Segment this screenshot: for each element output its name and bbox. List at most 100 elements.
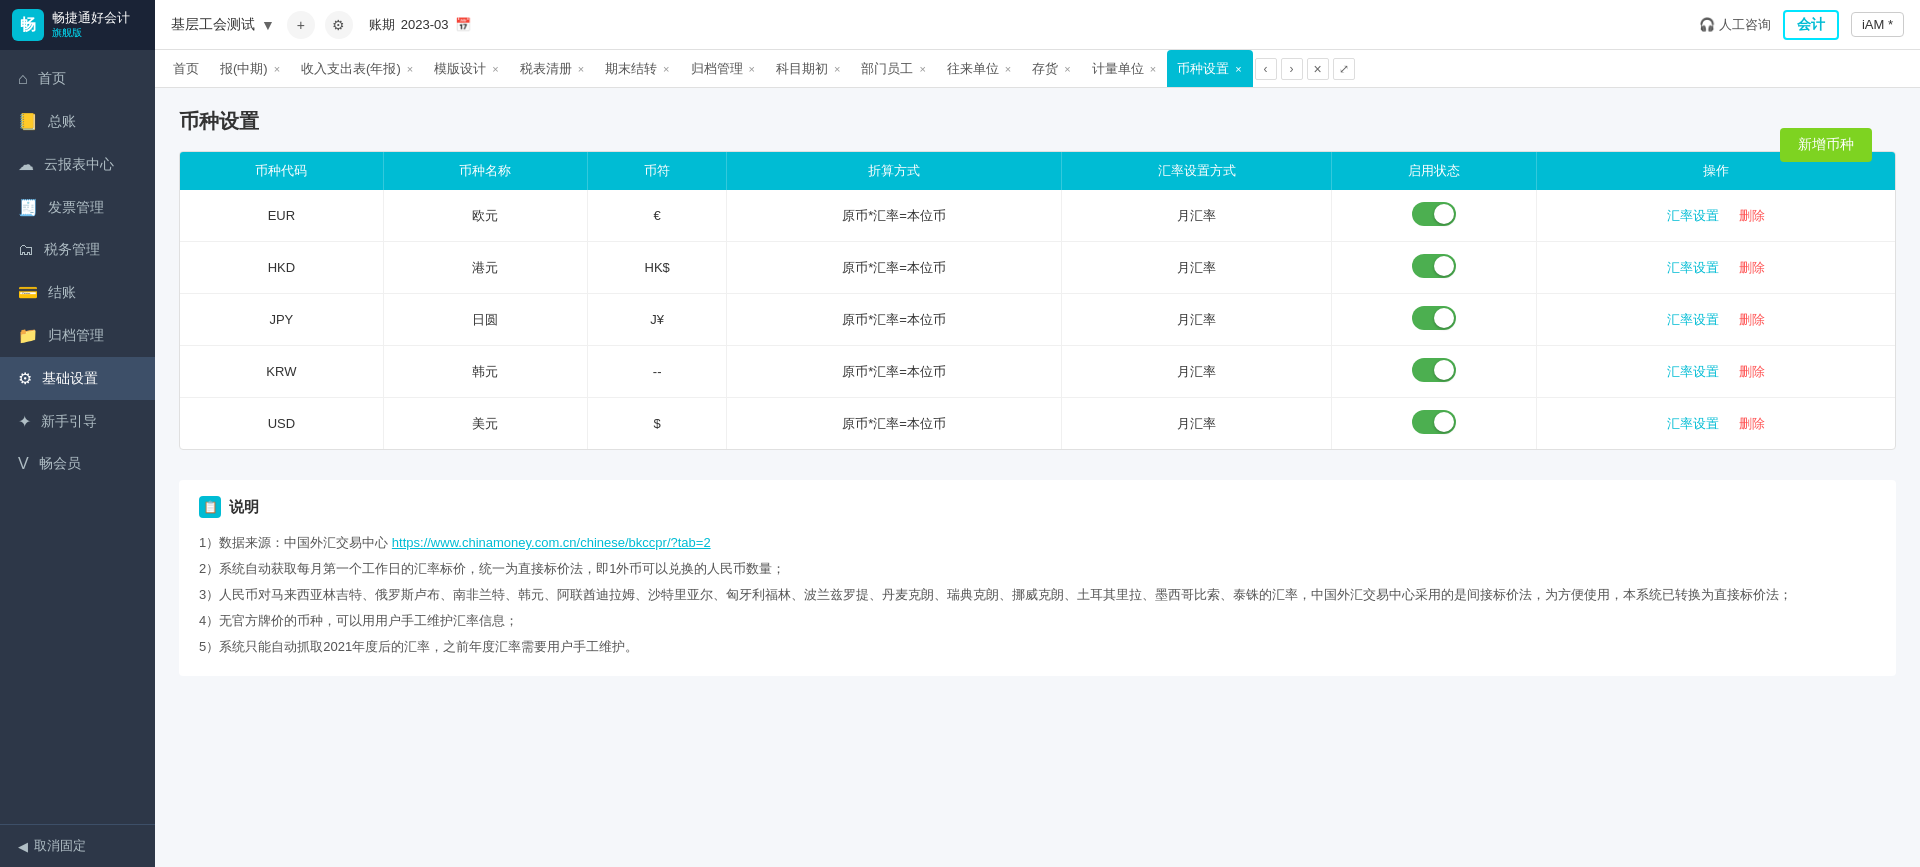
company-name[interactable]: 基层工会测试 ▼: [171, 16, 275, 34]
calc-method: 原币*汇率=本位币: [727, 398, 1062, 450]
tab-period[interactable]: 报(中期) ×: [210, 50, 291, 88]
tab-period-end[interactable]: 期末结转 ×: [595, 50, 680, 88]
topbar: 基层工会测试 ▼ + ⚙ 账期 2023-03 📅 🎧 人工咨询 会计 iAM …: [155, 0, 1920, 50]
delete-link[interactable]: 删除: [1739, 208, 1765, 223]
rate-setting-link[interactable]: 汇率设置: [1667, 364, 1719, 379]
tab-close-template[interactable]: ×: [492, 63, 498, 75]
col-header: 币种名称: [383, 152, 588, 190]
tab-prev-button[interactable]: ‹: [1255, 58, 1277, 80]
tab-home[interactable]: 首页: [163, 50, 210, 88]
enabled-status: [1332, 190, 1537, 242]
tab-close-filing[interactable]: ×: [749, 63, 755, 75]
tab-label-filing: 归档管理: [691, 60, 743, 78]
notes-section: 📋 说明 1）数据来源：中国外汇交易中心 https://www.chinamo…: [179, 480, 1896, 676]
sidebar-pin-toggle[interactable]: ◀ 取消固定: [0, 824, 155, 867]
tab-close-period[interactable]: ×: [274, 63, 280, 75]
calc-method: 原币*汇率=本位币: [727, 346, 1062, 398]
sidebar-item-archive[interactable]: 📁归档管理: [0, 314, 155, 357]
tab-tax[interactable]: 税表清册×: [510, 50, 595, 88]
col-header: 启用状态: [1332, 152, 1537, 190]
sidebar-nav: ⌂首页📒总账☁云报表中心🧾发票管理🗂税务管理💳结账📁归档管理⚙基础设置✦新手引导…: [0, 50, 155, 824]
enabled-toggle[interactable]: [1412, 306, 1456, 330]
tab-close-inventory[interactable]: ×: [1064, 63, 1070, 75]
tab-close-period-end[interactable]: ×: [663, 63, 669, 75]
rate-setting-link[interactable]: 汇率设置: [1667, 208, 1719, 223]
calendar-icon[interactable]: 📅: [455, 17, 471, 32]
tab-close-tax[interactable]: ×: [578, 63, 584, 75]
tab-label-period-end: 期末结转: [605, 60, 657, 78]
delete-link[interactable]: 删除: [1739, 260, 1765, 275]
tab-units[interactable]: 计量单位×: [1082, 50, 1167, 88]
tab-label-inventory: 存货: [1032, 60, 1058, 78]
sidebar-item-home[interactable]: ⌂首页: [0, 58, 155, 100]
iam-badge[interactable]: iAM *: [1851, 12, 1904, 37]
tab-filing[interactable]: 归档管理 ×: [681, 50, 766, 88]
tab-close-units[interactable]: ×: [1150, 63, 1156, 75]
note-item: 2）系统自动获取每月第一个工作日的汇率标价，统一为直接标价法，即1外币可以兑换的…: [199, 556, 1876, 582]
tab-clients[interactable]: 往来单位 ×: [937, 50, 1022, 88]
tab-close-clients[interactable]: ×: [1005, 63, 1011, 75]
tab-annual[interactable]: 收入支出表(年报) ×: [291, 50, 424, 88]
tab-close-all-button[interactable]: ×: [1307, 58, 1329, 80]
sidebar: 畅 畅捷通好会计 旗舰版 ⌂首页📒总账☁云报表中心🧾发票管理🗂税务管理💳结账📁归…: [0, 0, 155, 867]
sidebar-label-reports: 云报表中心: [44, 156, 114, 174]
tab-label-clients: 往来单位: [947, 60, 999, 78]
sidebar-item-settle[interactable]: 💳结账: [0, 271, 155, 314]
tab-close-currency[interactable]: ×: [1235, 63, 1241, 75]
sidebar-label-member: 畅会员: [39, 455, 81, 473]
tab-template[interactable]: 模版设计×: [424, 50, 509, 88]
delete-link[interactable]: 删除: [1739, 312, 1765, 327]
kuaiji-button[interactable]: 会计: [1783, 10, 1839, 40]
rate-setting-link[interactable]: 汇率设置: [1667, 416, 1719, 431]
tab-inventory[interactable]: 存货 ×: [1022, 50, 1081, 88]
toggle-knob: [1434, 412, 1454, 432]
toggle-knob: [1434, 256, 1454, 276]
rate-type: 月汇率: [1062, 190, 1332, 242]
currency-code: KRW: [180, 346, 383, 398]
sidebar-item-tax[interactable]: 🗂税务管理: [0, 229, 155, 271]
currency-symbol: J¥: [588, 294, 727, 346]
tab-currency[interactable]: 币种设置×: [1167, 50, 1252, 88]
enabled-status: [1332, 242, 1537, 294]
sidebar-item-member[interactable]: V 畅会员: [0, 443, 155, 485]
notes-link[interactable]: https://www.chinamoney.com.cn/chinese/bk…: [392, 535, 711, 550]
logo-icon: 畅: [12, 9, 44, 41]
table-row: JPY 日圆 J¥ 原币*汇率=本位币 月汇率 汇率设置 删除: [180, 294, 1895, 346]
enabled-toggle[interactable]: [1412, 358, 1456, 382]
enabled-toggle[interactable]: [1412, 410, 1456, 434]
add-company-button[interactable]: +: [287, 11, 315, 39]
period-value: 2023-03: [401, 17, 449, 32]
page-title: 币种设置: [179, 108, 1896, 135]
sidebar-item-guide[interactable]: ✦新手引导: [0, 400, 155, 443]
tab-close-departments[interactable]: ×: [919, 63, 925, 75]
table-row: EUR 欧元 € 原币*汇率=本位币 月汇率 汇率设置 删除: [180, 190, 1895, 242]
tab-label-period: 报(中期): [220, 60, 268, 78]
tab-close-subjects[interactable]: ×: [834, 63, 840, 75]
delete-link[interactable]: 删除: [1739, 416, 1765, 431]
delete-link[interactable]: 删除: [1739, 364, 1765, 379]
enabled-toggle[interactable]: [1412, 254, 1456, 278]
sidebar-item-invoice[interactable]: 🧾发票管理: [0, 186, 155, 229]
tab-subjects[interactable]: 科目期初×: [766, 50, 851, 88]
sidebar-item-reports[interactable]: ☁云报表中心: [0, 143, 155, 186]
service-button[interactable]: 🎧 人工咨询: [1699, 16, 1771, 34]
tab-departments[interactable]: 部门员工×: [851, 50, 936, 88]
rate-setting-link[interactable]: 汇率设置: [1667, 312, 1719, 327]
new-currency-button[interactable]: 新增币种: [1780, 128, 1872, 162]
settings-button[interactable]: ⚙: [325, 11, 353, 39]
tab-expand-button[interactable]: ⤢: [1333, 58, 1355, 80]
notes-title: 📋 说明: [199, 496, 1876, 518]
tab-next-button[interactable]: ›: [1281, 58, 1303, 80]
headset-icon: 🎧: [1699, 17, 1715, 32]
company-dropdown-icon: ▼: [261, 17, 275, 33]
sidebar-item-settings[interactable]: ⚙基础设置: [0, 357, 155, 400]
sidebar-item-ledger[interactable]: 📒总账: [0, 100, 155, 143]
tab-label-annual: 收入支出表(年报): [301, 60, 401, 78]
rate-setting-link[interactable]: 汇率设置: [1667, 260, 1719, 275]
enabled-status: [1332, 294, 1537, 346]
tab-close-annual[interactable]: ×: [407, 63, 413, 75]
member-icon: V: [18, 455, 29, 473]
enabled-toggle[interactable]: [1412, 202, 1456, 226]
tabbar: 首页报(中期)×收入支出表(年报)×模版设计×税表清册×期末结转×归档管理×科目…: [155, 50, 1920, 88]
sidebar-label-archive: 归档管理: [48, 327, 104, 345]
